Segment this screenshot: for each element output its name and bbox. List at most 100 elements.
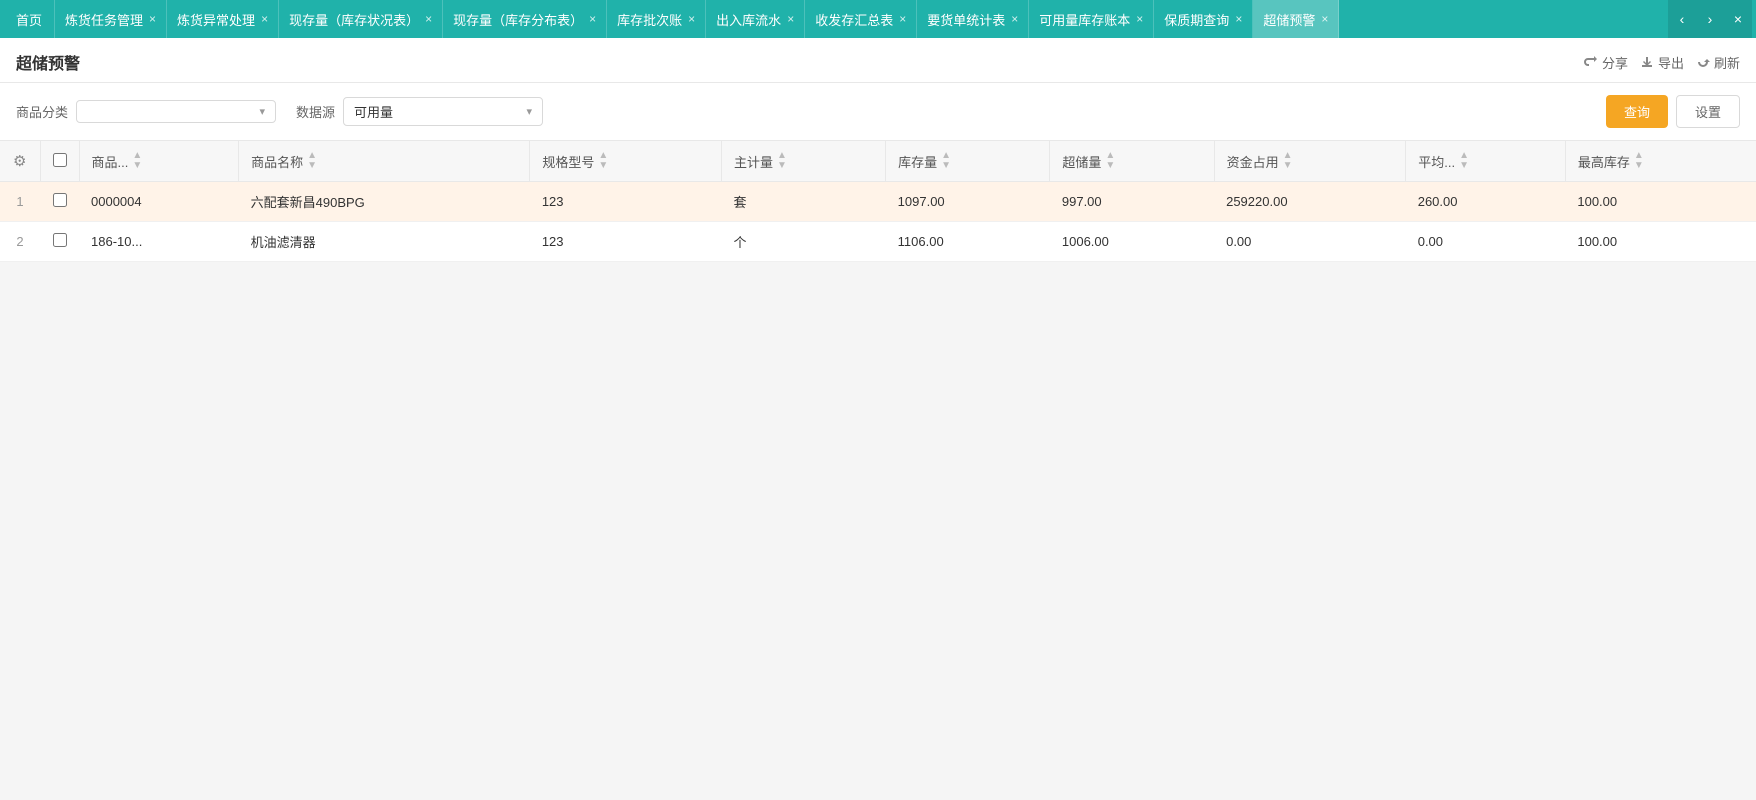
table-header-row: ⚙ 商品... ▲▼ 商品名称 ▲▼ <box>0 141 1756 182</box>
nav-home[interactable]: 首页 <box>4 0 55 38</box>
table-container: ⚙ 商品... ▲▼ 商品名称 ▲▼ <box>0 141 1756 262</box>
product-unit: 个 <box>721 222 885 262</box>
nav-arrows: ‹ › × <box>1668 0 1752 38</box>
main-content: ⚙ 商品... ▲▼ 商品名称 ▲▼ <box>0 141 1756 262</box>
close-tab-icon[interactable]: × <box>425 12 432 26</box>
select-all-checkbox[interactable] <box>53 153 67 167</box>
gear-icon[interactable]: ⚙ <box>13 153 26 170</box>
th-capital[interactable]: 资金占用 ▲▼ <box>1214 141 1406 182</box>
sort-icon: ▲▼ <box>941 151 951 171</box>
capital-amount: 0.00 <box>1214 222 1406 262</box>
stock-qty: 1097.00 <box>886 182 1050 222</box>
page-header: 超储预警 分享 导出 刷新 <box>0 38 1756 83</box>
sort-icon: ▲▼ <box>1459 151 1469 171</box>
row-index: 1 <box>0 182 40 222</box>
share-icon <box>1584 55 1598 69</box>
nav-next-button[interactable]: › <box>1696 0 1724 38</box>
avg-value: 260.00 <box>1406 182 1566 222</box>
th-unit[interactable]: 主计量 ▲▼ <box>721 141 885 182</box>
th-spec[interactable]: 规格型号 ▲▼ <box>530 141 722 182</box>
th-stock[interactable]: 库存量 ▲▼ <box>886 141 1050 182</box>
header-actions: 分享 导出 刷新 <box>1584 53 1740 72</box>
datasource-label: 数据源 <box>296 102 335 121</box>
product-code: 0000004 <box>79 182 239 222</box>
category-filter-group: 商品分类 ▾ <box>16 100 276 123</box>
th-settings[interactable]: ⚙ <box>0 141 40 182</box>
table-body: 1 0000004 六配套新昌490BPG 123 套 1097.00 997.… <box>0 182 1756 262</box>
refresh-icon <box>1696 55 1710 69</box>
product-name: 机油滤清器 <box>239 222 530 262</box>
close-tab-icon[interactable]: × <box>899 12 906 26</box>
close-tab-icon[interactable]: × <box>688 12 695 26</box>
nav-tab-lianghuo-yichang[interactable]: 炼货异常处理 × <box>167 0 279 38</box>
product-spec: 123 <box>530 222 722 262</box>
nav-tab-shoufacun-huizong[interactable]: 收发存汇总表 × <box>805 0 917 38</box>
sort-icon: ▲▼ <box>307 151 317 171</box>
nav-tab-kucun-pici[interactable]: 库存批次账 × <box>607 0 706 38</box>
row-checkbox[interactable] <box>53 193 67 207</box>
product-code: 186-10... <box>79 222 239 262</box>
row-checkbox[interactable] <box>53 233 67 247</box>
nav-tab-lianghuo-renwu[interactable]: 炼货任务管理 × <box>55 0 167 38</box>
th-product-name[interactable]: 商品名称 ▲▼ <box>239 141 530 182</box>
close-tab-icon[interactable]: × <box>1136 12 1143 26</box>
th-checkbox[interactable] <box>40 141 79 182</box>
category-select[interactable]: ▾ <box>76 100 276 123</box>
query-button[interactable]: 查询 <box>1606 95 1668 128</box>
avg-value: 0.00 <box>1406 222 1566 262</box>
close-tab-icon[interactable]: × <box>1011 12 1018 26</box>
product-unit: 套 <box>721 182 885 222</box>
sort-icon: ▲▼ <box>1105 151 1115 171</box>
close-tab-icon[interactable]: × <box>787 12 794 26</box>
datasource-filter-group: 数据源 可用量 ▾ <box>296 97 543 126</box>
nav-tab-baozhi-chaxun[interactable]: 保质期查询 × <box>1154 0 1253 38</box>
th-max-stock[interactable]: 最高库存 ▲▼ <box>1565 141 1756 182</box>
filter-area: 商品分类 ▾ 数据源 可用量 ▾ 查询 设置 <box>0 83 1756 141</box>
data-table: ⚙ 商品... ▲▼ 商品名称 ▲▼ <box>0 141 1756 262</box>
sort-icon: ▲▼ <box>1634 151 1644 171</box>
close-tab-icon[interactable]: × <box>1321 12 1328 26</box>
th-product-code[interactable]: 商品... ▲▼ <box>79 141 239 182</box>
sort-icon: ▲▼ <box>777 151 787 171</box>
row-checkbox-cell[interactable] <box>40 182 79 222</box>
category-label: 商品分类 <box>16 102 68 121</box>
close-tab-icon[interactable]: × <box>149 12 156 26</box>
nav-tab-keyongliang[interactable]: 可用量库存账本 × <box>1029 0 1154 38</box>
top-navigation: 首页 炼货任务管理 × 炼货异常处理 × 现存量（库存状况表） × 现存量（库存… <box>0 0 1756 38</box>
product-name: 六配套新昌490BPG <box>239 182 530 222</box>
capital-amount: 259220.00 <box>1214 182 1406 222</box>
nav-tab-xiancunliang-fenbiao[interactable]: 现存量（库存分布表） × <box>443 0 607 38</box>
category-chevron-down-icon: ▾ <box>259 105 265 118</box>
close-tab-icon[interactable]: × <box>589 12 596 26</box>
datasource-select-value: 可用量 <box>354 102 393 121</box>
product-spec: 123 <box>530 182 722 222</box>
datasource-chevron-down-icon: ▾ <box>527 105 533 118</box>
th-avg[interactable]: 平均... ▲▼ <box>1406 141 1566 182</box>
export-icon <box>1640 55 1654 69</box>
sort-icon: ▲▼ <box>598 151 608 171</box>
nav-tab-churku-liushui[interactable]: 出入库流水 × <box>706 0 805 38</box>
sort-icon: ▲▼ <box>132 151 142 171</box>
max-stock: 100.00 <box>1565 182 1756 222</box>
settings-button[interactable]: 设置 <box>1676 95 1740 128</box>
table-row: 1 0000004 六配套新昌490BPG 123 套 1097.00 997.… <box>0 182 1756 222</box>
page-title: 超储预警 <box>16 50 80 74</box>
close-tab-icon[interactable]: × <box>261 12 268 26</box>
nav-tab-chaochuyujing[interactable]: 超储预警 × <box>1253 0 1339 38</box>
datasource-select[interactable]: 可用量 ▾ <box>343 97 543 126</box>
nav-prev-button[interactable]: ‹ <box>1668 0 1696 38</box>
row-checkbox-cell[interactable] <box>40 222 79 262</box>
share-button[interactable]: 分享 <box>1584 53 1628 72</box>
nav-close-button[interactable]: × <box>1724 0 1752 38</box>
export-button[interactable]: 导出 <box>1640 53 1684 72</box>
sort-icon: ▲▼ <box>1283 151 1293 171</box>
refresh-button[interactable]: 刷新 <box>1696 53 1740 72</box>
close-tab-icon[interactable]: × <box>1235 12 1242 26</box>
table-row: 2 186-10... 机油滤清器 123 个 1106.00 1006.00 … <box>0 222 1756 262</box>
th-overstock[interactable]: 超储量 ▲▼ <box>1050 141 1214 182</box>
max-stock: 100.00 <box>1565 222 1756 262</box>
nav-tab-yaohuo-tongji[interactable]: 要货单统计表 × <box>917 0 1029 38</box>
nav-tab-xiancunliang-kuangkuang[interactable]: 现存量（库存状况表） × <box>279 0 443 38</box>
filter-buttons: 查询 设置 <box>1606 95 1740 128</box>
overstock-qty: 997.00 <box>1050 182 1214 222</box>
